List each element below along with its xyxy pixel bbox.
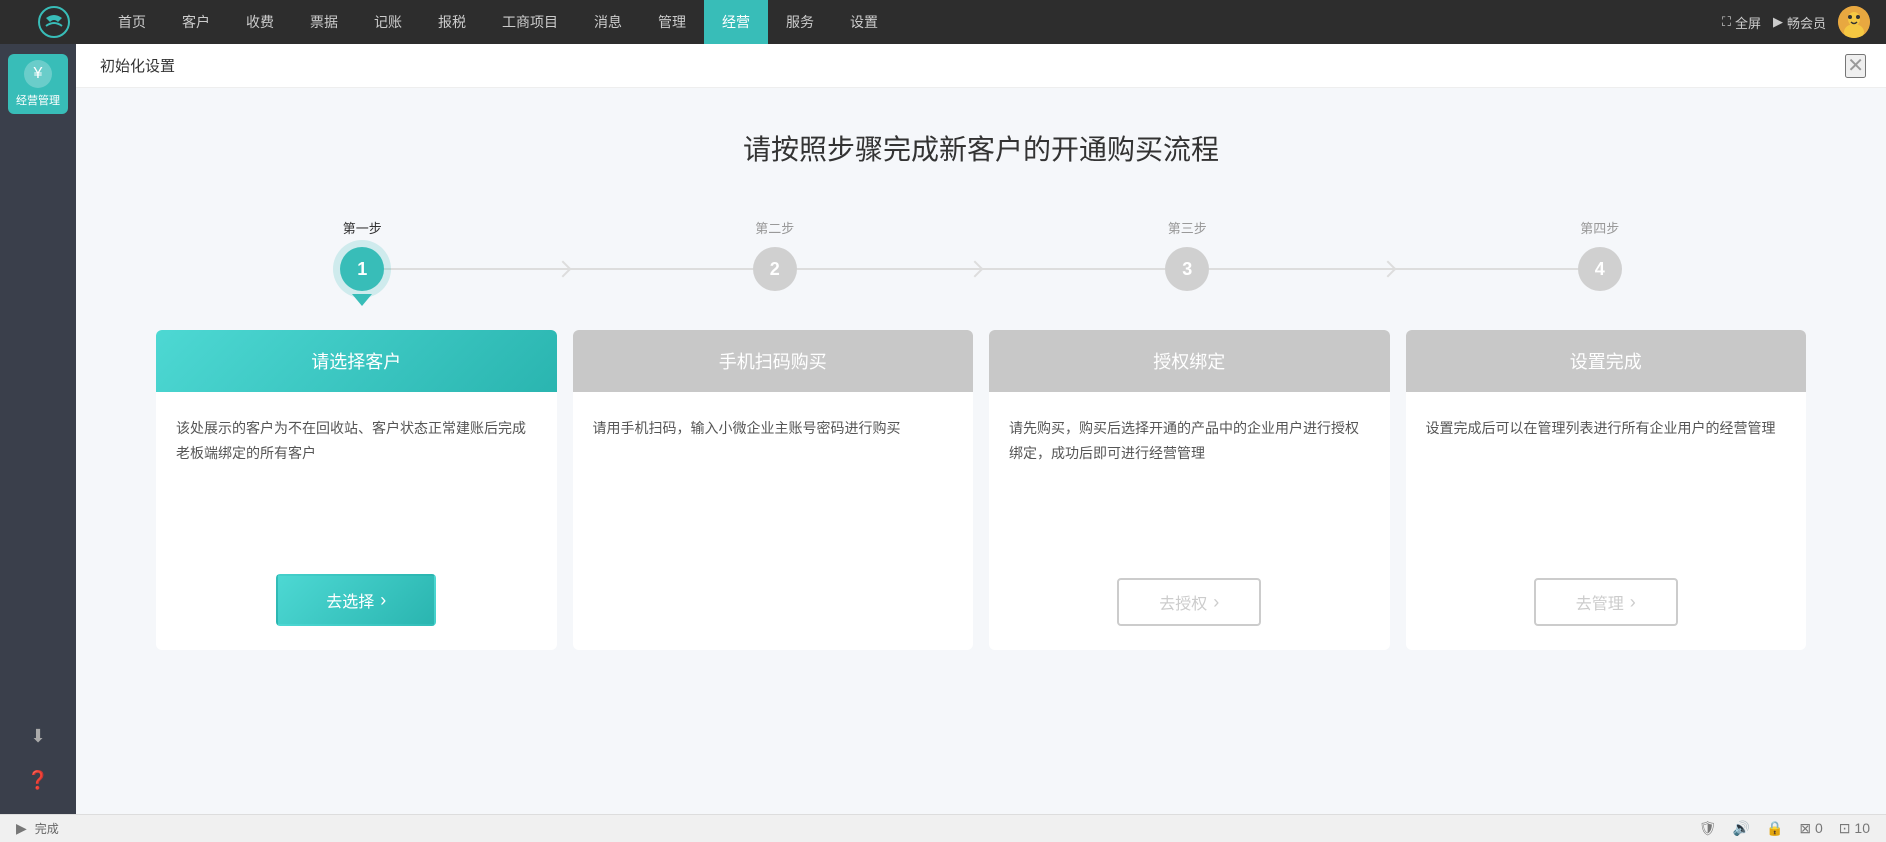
step-card-1: 请选择客户 该处展示的客户为不在回收站、客户状态正常建账后完成老板端绑定的所有客…	[156, 330, 557, 650]
nav-item-bill[interactable]: 票据	[292, 0, 356, 44]
step-2-circle: 2	[753, 247, 797, 291]
nav-item-business[interactable]: 工商项目	[484, 0, 576, 44]
nav-item-home[interactable]: 首页	[100, 0, 164, 44]
cards-row: 请选择客户 该处展示的客户为不在回收站、客户状态正常建账后完成老板端绑定的所有客…	[156, 330, 1806, 650]
nav-item-customer[interactable]: 客户	[164, 0, 228, 44]
step-1-label: 第一步	[343, 218, 382, 237]
card-2-body-text: 请用手机扫码，输入小微企业主账号密码进行购买	[593, 420, 901, 436]
card-2-footer	[573, 610, 974, 650]
nav-item-service[interactable]: 服务	[768, 0, 832, 44]
step-3-header: 第三步 3	[981, 218, 1394, 291]
nav-item-manage[interactable]: 管理	[640, 0, 704, 44]
step-card-3: 授权绑定 请先购买，购买后选择开通的产品中的企业用户进行授权绑定，成功后即可进行…	[989, 330, 1390, 650]
page-title: 请按照步骤完成新客户的开通购买流程	[156, 128, 1806, 168]
nav-item-account[interactable]: 记账	[356, 0, 420, 44]
card-1-footer: 去选择 ›	[156, 558, 557, 650]
logo-area	[16, 6, 92, 38]
step-card-4: 设置完成 设置完成后可以在管理列表进行所有企业用户的经营管理 去管理 ›	[1406, 330, 1807, 650]
arrow-icon-4: ›	[1630, 592, 1636, 613]
steps-timeline: 第一步 1 第二步 2	[156, 218, 1806, 306]
top-nav: 首页 客户 收费 票据 记账 报税 工商项目 消息 管理 经营 服务 设置 ⛶ …	[0, 0, 1886, 44]
card-3-header: 授权绑定	[989, 330, 1390, 392]
card-1-header: 请选择客户	[156, 330, 557, 392]
close-button[interactable]: ✕	[1845, 54, 1866, 78]
content-area: 初始化设置 ✕ 请按照步骤完成新客户的开通购买流程 第一步 1	[76, 44, 1886, 814]
fullscreen-icon: ⛶	[1722, 14, 1731, 30]
arrow-icon-3: ›	[1213, 592, 1219, 613]
status-text: 完成	[35, 820, 59, 837]
step-4-header: 第四步 4	[1394, 218, 1807, 291]
clock-status: ⊡ 10	[1839, 820, 1870, 837]
arrow-icon-1: ›	[380, 590, 386, 611]
nav-item-settings[interactable]: 设置	[832, 0, 896, 44]
card-3-body: 请先购买，购买后选择开通的产品中的企业用户进行授权绑定，成功后即可进行经营管理	[989, 392, 1390, 562]
step-4-label: 第四步	[1580, 218, 1619, 237]
download-button[interactable]: ⬇	[20, 718, 56, 754]
vip-button[interactable]: ▶ 畅会员	[1773, 13, 1826, 32]
lock-icon: 🔒	[1766, 820, 1783, 837]
main-content: 请按照步骤完成新客户的开通购买流程 第一步 1 第二步	[76, 88, 1886, 814]
main-layout: ¥ 经营管理 ⬇ ❓ 初始化设置 ✕ 请按照步骤完成新客户的开通购买流程 第一步	[0, 44, 1886, 814]
operation-icon: ¥	[24, 60, 52, 88]
play-icon: ▶	[16, 820, 27, 837]
step-2-header: 第二步 2	[569, 218, 982, 291]
card-3-footer: 去授权 ›	[989, 562, 1390, 650]
go-select-button[interactable]: 去选择 ›	[276, 574, 436, 626]
sidebar-item-label: 经营管理	[16, 92, 60, 108]
card-4-body: 设置完成后可以在管理列表进行所有企业用户的经营管理	[1406, 392, 1807, 562]
nav-item-operation[interactable]: 经营	[704, 0, 768, 44]
nav-item-tax[interactable]: 报税	[420, 0, 484, 44]
go-manage-button[interactable]: 去管理 ›	[1534, 578, 1678, 626]
breadcrumb: 初始化设置	[100, 55, 175, 76]
nav-right: ⛶ 全屏 ▶ 畅会员	[1722, 6, 1870, 38]
card-4-header: 设置完成	[1406, 330, 1807, 392]
card-4-footer: 去管理 ›	[1406, 562, 1807, 650]
step-3-circle: 3	[1165, 247, 1209, 291]
card-1-title: 请选择客户	[311, 352, 401, 372]
card-2-title: 手机扫码购买	[719, 352, 827, 372]
card-2-body: 请用手机扫码，输入小微企业主账号密码进行购买	[573, 392, 974, 610]
card-1-body: 该处展示的客户为不在回收站、客户状态正常建账后完成老板端绑定的所有客户	[156, 392, 557, 558]
status-right: 🛡 🔊 🔒 ⊠ 0 ⊡ 10	[1699, 820, 1870, 837]
support-button[interactable]: ❓	[20, 762, 56, 798]
nav-item-fee[interactable]: 收费	[228, 0, 292, 44]
nav-item-message[interactable]: 消息	[576, 0, 640, 44]
step-3-label: 第三步	[1168, 218, 1207, 237]
breadcrumb-bar: 初始化设置 ✕	[76, 44, 1886, 88]
sidebar-bottom: ⬇ ❓	[20, 718, 56, 814]
sidebar: ¥ 经营管理 ⬇ ❓	[0, 44, 76, 814]
card-1-body-text: 该处展示的客户为不在回收站、客户状态正常建账后完成老板端绑定的所有客户	[176, 420, 526, 461]
go-auth-button[interactable]: 去授权 ›	[1117, 578, 1261, 626]
card-2-header: 手机扫码购买	[573, 330, 974, 392]
step-2-label: 第二步	[755, 218, 794, 237]
card-3-body-text: 请先购买，购买后选择开通的产品中的企业用户进行授权绑定，成功后即可进行经营管理	[1009, 420, 1359, 461]
fullscreen-button[interactable]: ⛶ 全屏	[1722, 13, 1761, 32]
card-4-body-text: 设置完成后可以在管理列表进行所有企业用户的经营管理	[1426, 420, 1776, 436]
nav-items: 首页 客户 收费 票据 记账 报税 工商项目 消息 管理 经营 服务 设置	[100, 0, 1722, 44]
step-4-circle: 4	[1578, 247, 1622, 291]
shield-icon: 🛡	[1699, 820, 1717, 837]
video-icon: ▶	[1773, 14, 1783, 30]
card-4-title: 设置完成	[1570, 352, 1642, 372]
step-1-header: 第一步 1	[156, 218, 569, 306]
card-3-title: 授权绑定	[1153, 352, 1225, 372]
network-status: ⊠ 0	[1799, 820, 1822, 837]
logo-icon	[38, 6, 70, 38]
status-left: ▶ 完成	[16, 820, 59, 837]
avatar[interactable]	[1838, 6, 1870, 38]
step-1-pointer	[352, 294, 372, 306]
status-bar: ▶ 完成 🛡 🔊 🔒 ⊠ 0 ⊡ 10	[0, 814, 1886, 842]
step-card-2: 手机扫码购买 请用手机扫码，输入小微企业主账号密码进行购买	[573, 330, 974, 650]
sidebar-item-operation[interactable]: ¥ 经营管理	[8, 54, 68, 114]
volume-icon: 🔊	[1733, 820, 1750, 837]
step-1-circle: 1	[340, 247, 384, 291]
